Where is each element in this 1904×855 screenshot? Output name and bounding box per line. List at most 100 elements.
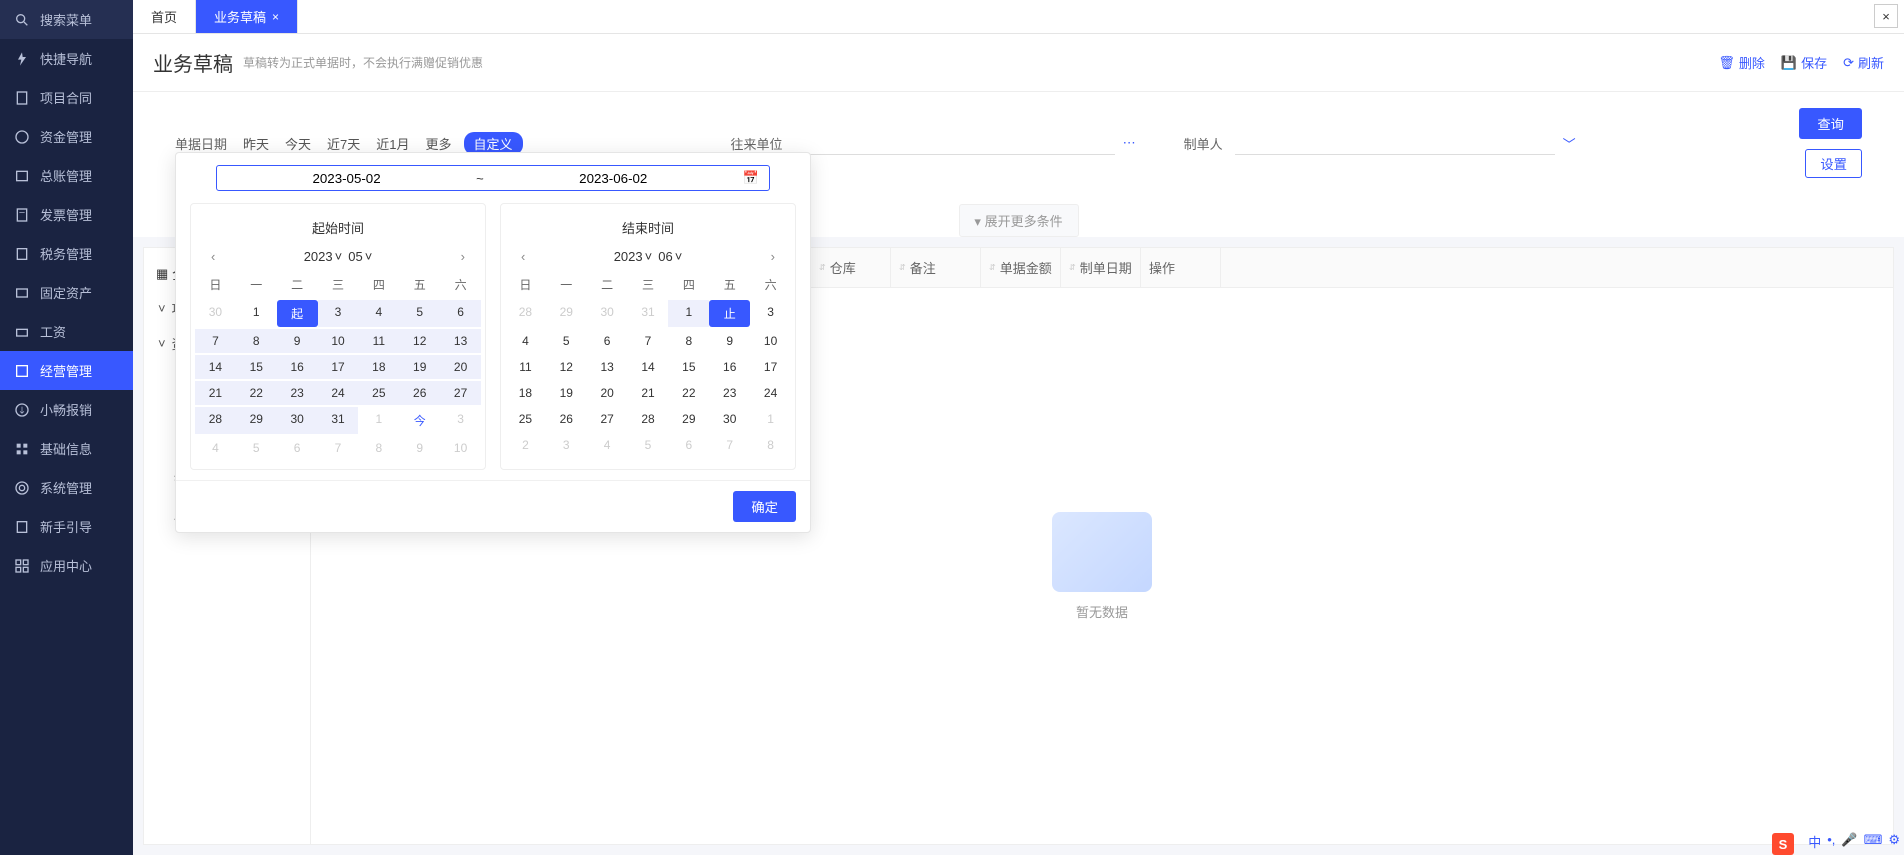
tab-draft[interactable]: 业务草稿× xyxy=(196,0,298,33)
sidebar-item-guide[interactable]: 新手引导 xyxy=(0,507,133,546)
dp-day[interactable]: 3 xyxy=(750,300,791,327)
dp-day[interactable]: 1 xyxy=(668,300,709,327)
dp-day-other[interactable]: 30 xyxy=(195,300,236,327)
dp-prev-month-end[interactable]: ‹ xyxy=(515,247,531,266)
settings-icon[interactable]: ⚙ xyxy=(1888,832,1900,851)
dp-day[interactable]: 30 xyxy=(277,407,318,434)
dp-day[interactable]: 26 xyxy=(546,407,587,431)
ime-lang[interactable]: 中 xyxy=(1808,832,1821,851)
dp-day[interactable]: 9 xyxy=(277,329,318,353)
dp-day-other[interactable]: 29 xyxy=(546,300,587,327)
sidebar-item-ledger[interactable]: 总账管理 xyxy=(0,156,133,195)
dp-day-other[interactable]: 10 xyxy=(440,436,481,460)
dp-day[interactable]: 16 xyxy=(277,355,318,379)
dp-day[interactable]: 19 xyxy=(546,381,587,405)
dp-day[interactable]: 8 xyxy=(668,329,709,353)
dp-day[interactable]: 4 xyxy=(505,329,546,353)
sidebar-item-funds[interactable]: 资金管理 xyxy=(0,117,133,156)
dp-day[interactable]: 5 xyxy=(399,300,440,327)
dp-day[interactable]: 9 xyxy=(709,329,750,353)
dp-day-other[interactable]: 6 xyxy=(668,433,709,457)
dp-day[interactable]: 5 xyxy=(546,329,587,353)
delete-button[interactable]: 🗑 删除 xyxy=(1718,53,1765,72)
table-column-header[interactable]: ⇵备注 xyxy=(891,248,981,287)
dp-day-other[interactable]: 4 xyxy=(587,433,628,457)
dp-day[interactable]: 8 xyxy=(236,329,277,353)
tab-home[interactable]: 首页 xyxy=(133,0,196,33)
dp-day[interactable]: 31 xyxy=(318,407,359,434)
sidebar-item-invoice[interactable]: 发票管理 xyxy=(0,195,133,234)
dp-day-other[interactable]: 4 xyxy=(195,436,236,460)
dp-end-input[interactable] xyxy=(494,171,733,186)
dp-day[interactable]: 17 xyxy=(750,355,791,379)
party-input[interactable] xyxy=(795,131,1115,155)
dp-day[interactable]: 29 xyxy=(668,407,709,431)
sidebar-item-wage[interactable]: 工资 xyxy=(0,312,133,351)
dp-day[interactable]: 12 xyxy=(546,355,587,379)
dp-day[interactable]: 11 xyxy=(358,329,399,353)
mic-icon[interactable]: 🎤 xyxy=(1841,832,1857,851)
dp-day-other[interactable]: 7 xyxy=(709,433,750,457)
dp-day-other[interactable]: 今 xyxy=(399,407,440,434)
dp-day[interactable]: 22 xyxy=(236,381,277,405)
dp-day[interactable]: 4 xyxy=(358,300,399,327)
dp-day[interactable]: 15 xyxy=(668,355,709,379)
dp-day-other[interactable]: 1 xyxy=(358,407,399,434)
sidebar-item-search[interactable]: 搜索菜单 xyxy=(0,0,133,39)
dp-start-year-select[interactable]: 2023˅ xyxy=(304,249,343,264)
dp-prev-month[interactable]: ‹ xyxy=(205,247,221,266)
keyboard-icon[interactable]: ⌨ xyxy=(1864,832,1883,851)
window-close-button[interactable]: × xyxy=(1874,4,1898,28)
table-column-header[interactable]: 操作 xyxy=(1141,248,1221,287)
tray-icon[interactable]: •, xyxy=(1827,832,1835,851)
close-icon[interactable]: × xyxy=(272,10,279,24)
sidebar-item-apps[interactable]: 应用中心 xyxy=(0,546,133,585)
sidebar-item-operations[interactable]: 经营管理 xyxy=(0,351,133,390)
dp-day[interactable]: 28 xyxy=(628,407,669,431)
refresh-button[interactable]: ⟳ 刷新 xyxy=(1843,53,1884,72)
dp-day[interactable]: 26 xyxy=(399,381,440,405)
sort-icon[interactable]: ⇵ xyxy=(899,266,906,270)
dp-day[interactable]: 29 xyxy=(236,407,277,434)
dp-day[interactable]: 30 xyxy=(709,407,750,431)
dp-day[interactable]: 16 xyxy=(709,355,750,379)
dp-day[interactable]: 22 xyxy=(668,381,709,405)
sidebar-item-system[interactable]: 系统管理 xyxy=(0,468,133,507)
calendar-icon[interactable]: 📅 xyxy=(743,170,759,186)
dp-day[interactable]: 6 xyxy=(440,300,481,327)
dp-day[interactable]: 6 xyxy=(587,329,628,353)
dp-day[interactable]: 18 xyxy=(505,381,546,405)
settings-button[interactable]: 设置 xyxy=(1805,149,1862,178)
sidebar-item-reimburse[interactable]: 小畅报销 xyxy=(0,390,133,429)
dp-day[interactable]: 10 xyxy=(318,329,359,353)
sort-icon[interactable]: ⇵ xyxy=(1069,266,1076,270)
dp-day[interactable]: 25 xyxy=(505,407,546,431)
table-column-header[interactable]: ⇵制单日期 xyxy=(1061,248,1141,287)
dp-day-other[interactable]: 9 xyxy=(399,436,440,460)
dp-day[interactable]: 15 xyxy=(236,355,277,379)
dp-day[interactable]: 24 xyxy=(750,381,791,405)
dp-day[interactable]: 21 xyxy=(195,381,236,405)
dp-day-other[interactable]: 5 xyxy=(628,433,669,457)
chevron-down-icon[interactable]: ﹀ xyxy=(1563,134,1576,153)
dp-day[interactable]: 23 xyxy=(709,381,750,405)
dp-day-other[interactable]: 31 xyxy=(628,300,669,327)
dp-day-other[interactable]: 8 xyxy=(750,433,791,457)
sort-icon[interactable]: ⇵ xyxy=(819,266,826,270)
dp-day-other[interactable]: 1 xyxy=(750,407,791,431)
dp-day-other[interactable]: 28 xyxy=(505,300,546,327)
dp-day[interactable]: 10 xyxy=(750,329,791,353)
dp-day[interactable]: 12 xyxy=(399,329,440,353)
sidebar-item-baseinfo[interactable]: 基础信息 xyxy=(0,429,133,468)
dp-day[interactable]: 3 xyxy=(318,300,359,327)
dp-day[interactable]: 20 xyxy=(440,355,481,379)
table-column-header[interactable]: ⇵仓库 xyxy=(811,248,891,287)
dp-day[interactable]: 17 xyxy=(318,355,359,379)
dp-day[interactable]: 27 xyxy=(587,407,628,431)
query-button[interactable]: 查询 xyxy=(1799,108,1862,139)
dp-day[interactable]: 1 xyxy=(236,300,277,327)
dp-day[interactable]: 27 xyxy=(440,381,481,405)
ime-badge[interactable]: S xyxy=(1772,833,1794,855)
expand-filters[interactable]: ▾ 展开更多条件 xyxy=(959,204,1079,237)
sidebar-item-contract[interactable]: 项目合同 xyxy=(0,78,133,117)
